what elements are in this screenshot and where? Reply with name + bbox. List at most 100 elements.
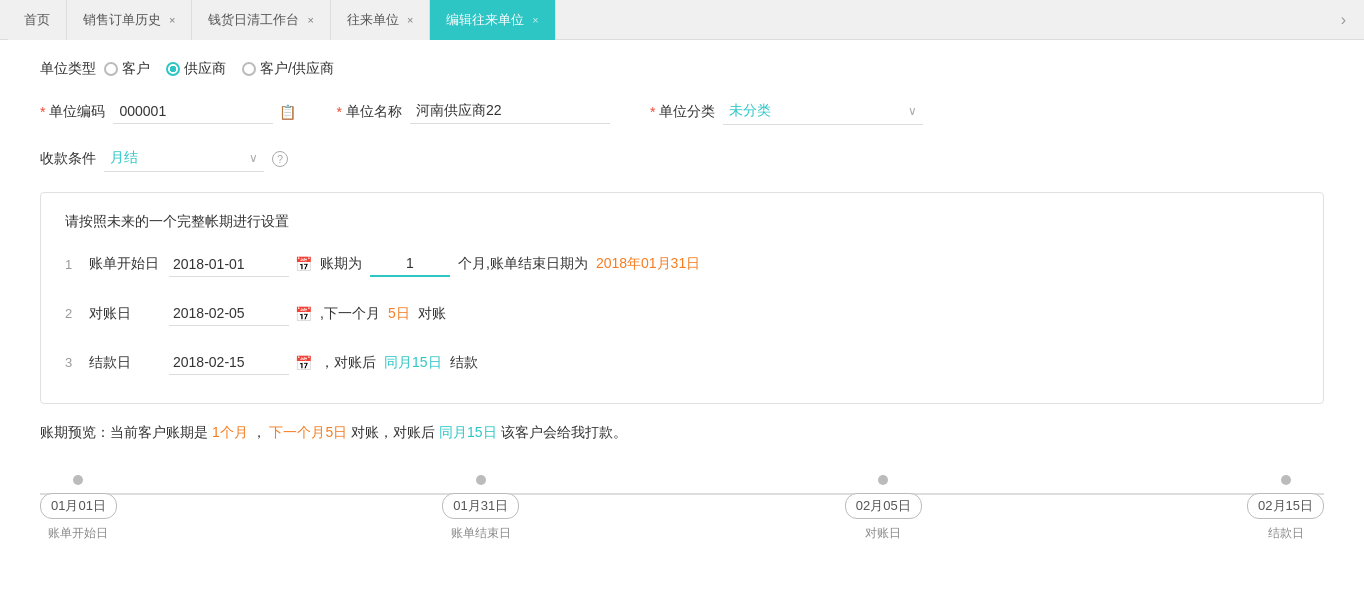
payment-terms-row: 收款条件 月结 ∨ ? (40, 145, 1324, 172)
period-text-2a: ,下一个月 (320, 305, 380, 323)
timeline-label-0: 账单开始日 (48, 525, 108, 542)
radio-customer-label: 客户 (122, 60, 150, 78)
unit-category-label: 单位分类 (659, 103, 715, 121)
tab-cash-work[interactable]: 钱货日清工作台 × (192, 0, 330, 40)
unit-code-label: 单位编码 (49, 103, 105, 121)
period-box-title: 请按照未来的一个完整帐期进行设置 (65, 213, 1299, 231)
tab-partners-label: 往来单位 (347, 11, 399, 29)
period-payment-highlight: 同月15日 (384, 354, 442, 372)
unit-type-label: 单位类型 (40, 60, 96, 78)
timeline-badge-1: 01月31日 (442, 493, 519, 519)
unit-fields-row: * 单位编码 📋 * 单位名称 * 单位分类 未分类 ∨ (40, 98, 1324, 125)
radio-supplier[interactable]: 供应商 (166, 60, 226, 78)
radio-supplier-label: 供应商 (184, 60, 226, 78)
unit-code-group: * 单位编码 📋 (40, 99, 296, 124)
period-text-3b: 结款 (450, 354, 478, 372)
tab-edit-partner-label: 编辑往来单位 (446, 11, 524, 29)
preview-suffix: 该客户会给我打款。 (501, 424, 627, 440)
period-num-3: 3 (65, 355, 89, 370)
radio-supplier-circle (166, 62, 180, 76)
tab-home-label: 首页 (24, 11, 50, 29)
timeline-label-3: 结款日 (1268, 525, 1304, 542)
period-row-1: 1 账单开始日 📅 账期为 个月,账单结束日期为 2018年01月31日 (65, 251, 1299, 277)
tabs-bar: 首页 销售订单历史 × 钱货日清工作台 × 往来单位 × 编辑往来单位 × › (0, 0, 1364, 40)
tab-sales-history[interactable]: 销售订单历史 × (67, 0, 192, 40)
timeline-label-1: 账单结束日 (451, 525, 511, 542)
tab-scroll-right[interactable]: › (1331, 11, 1356, 29)
period-text-3a: ，对账后 (320, 354, 376, 372)
period-end-date-highlight: 2018年01月31日 (596, 255, 700, 273)
tab-edit-partner-close[interactable]: × (532, 14, 538, 26)
period-row-label-2: 对账日 (89, 305, 169, 323)
main-content: 单位类型 客户 供应商 客户/供应商 * 单位编码 📋 * 单位名称 (0, 40, 1364, 608)
period-num-1: 1 (65, 257, 89, 272)
preview-highlight1: 1个月 (212, 424, 248, 440)
preview-text1: ， (252, 424, 266, 440)
unit-type-row: 单位类型 客户 供应商 客户/供应商 (40, 60, 1324, 78)
tab-partners[interactable]: 往来单位 × (331, 0, 430, 40)
payment-terms-help-icon[interactable]: ? (272, 151, 288, 167)
preview-highlight3: 同月15日 (439, 424, 497, 440)
timeline-label-2: 对账日 (865, 525, 901, 542)
tab-sales-history-label: 销售订单历史 (83, 11, 161, 29)
period-months-input[interactable] (370, 251, 450, 277)
tab-cash-work-close[interactable]: × (307, 14, 313, 26)
period-settings-box: 请按照未来的一个完整帐期进行设置 1 账单开始日 📅 账期为 个月,账单结束日期… (40, 192, 1324, 404)
radio-both[interactable]: 客户/供应商 (242, 60, 334, 78)
preview-text: 账期预览：当前客户账期是 1个月 ， 下一个月5日 对账，对账后 同月15日 该… (40, 420, 1324, 445)
unit-name-input[interactable] (410, 99, 610, 124)
unit-code-copy-icon[interactable]: 📋 (279, 104, 296, 120)
payment-terms-arrow: ∨ (249, 151, 258, 165)
period-text-1b: 个月,账单结束日期为 (458, 255, 588, 273)
unit-code-input[interactable] (113, 99, 273, 124)
timeline-badge-3: 02月15日 (1247, 493, 1324, 519)
unit-type-radio-group: 客户 供应商 客户/供应商 (104, 60, 334, 78)
unit-category-value: 未分类 (729, 102, 908, 120)
period-row-label-3: 结款日 (89, 354, 169, 372)
tab-cash-work-label: 钱货日清工作台 (208, 11, 299, 29)
radio-customer-circle (104, 62, 118, 76)
payment-terms-dropdown[interactable]: 月结 ∨ (104, 145, 264, 172)
tab-home[interactable]: 首页 (8, 0, 67, 40)
radio-both-label: 客户/供应商 (260, 60, 334, 78)
unit-code-star: * (40, 104, 45, 120)
timeline-badge-0: 01月01日 (40, 493, 117, 519)
period-payment-date-cal-icon[interactable]: 📅 (295, 355, 312, 371)
period-row-2: 2 对账日 📅 ,下一个月 5日 对账 (65, 301, 1299, 326)
unit-category-arrow: ∨ (908, 104, 917, 118)
preview-text2: 对账，对账后 (351, 424, 435, 440)
period-start-date-input[interactable] (169, 252, 289, 277)
period-text-2b: 对账 (418, 305, 446, 323)
unit-name-group: * 单位名称 (336, 99, 609, 124)
timeline-items: 01月01日 账单开始日 01月31日 账单结束日 02月05日 对账日 02月… (40, 475, 1324, 542)
timeline: 01月01日 账单开始日 01月31日 账单结束日 02月05日 对账日 02月… (40, 465, 1324, 552)
period-payment-date-input[interactable] (169, 350, 289, 375)
unit-category-group: * 单位分类 未分类 ∨ (650, 98, 923, 125)
timeline-item-1: 01月31日 账单结束日 (442, 475, 519, 542)
timeline-item-2: 02月05日 对账日 (845, 475, 922, 542)
period-row-label-1: 账单开始日 (89, 255, 169, 273)
payment-terms-value: 月结 (110, 149, 249, 167)
tab-edit-partner[interactable]: 编辑往来单位 × (430, 0, 555, 40)
radio-both-circle (242, 62, 256, 76)
period-reconcile-date-cal-icon[interactable]: 📅 (295, 306, 312, 322)
period-row-3: 3 结款日 📅 ，对账后 同月15日 结款 (65, 350, 1299, 375)
period-text-1a: 账期为 (320, 255, 362, 273)
unit-name-star: * (336, 104, 341, 120)
tab-sales-history-close[interactable]: × (169, 14, 175, 26)
period-start-date-cal-icon[interactable]: 📅 (295, 256, 312, 272)
period-num-2: 2 (65, 306, 89, 321)
preview-highlight2: 下一个月5日 (269, 424, 347, 440)
unit-name-label: 单位名称 (346, 103, 402, 121)
timeline-badge-2: 02月05日 (845, 493, 922, 519)
tab-partners-close[interactable]: × (407, 14, 413, 26)
unit-category-dropdown[interactable]: 未分类 ∨ (723, 98, 923, 125)
unit-category-star: * (650, 104, 655, 120)
period-reconcile-date-input[interactable] (169, 301, 289, 326)
preview-prefix: 账期预览：当前客户账期是 (40, 424, 208, 440)
timeline-item-0: 01月01日 账单开始日 (40, 475, 117, 542)
timeline-item-3: 02月15日 结款日 (1247, 475, 1324, 542)
period-reconcile-highlight: 5日 (388, 305, 410, 323)
radio-customer[interactable]: 客户 (104, 60, 150, 78)
payment-terms-label: 收款条件 (40, 150, 96, 168)
